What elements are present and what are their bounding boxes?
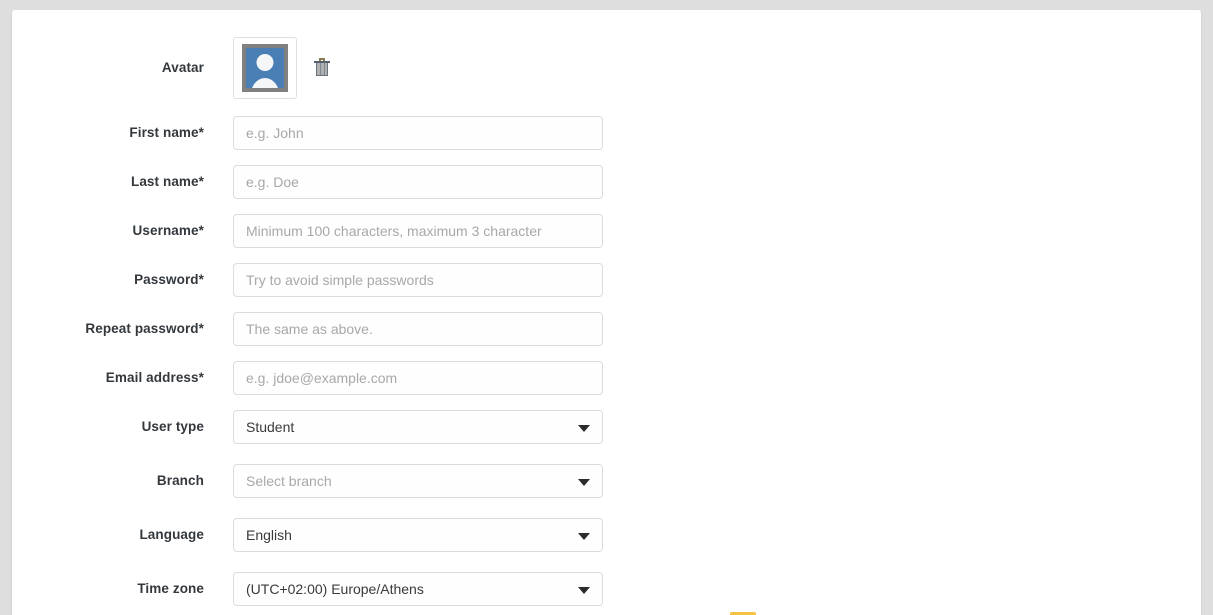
user-type-select[interactable]: Student <box>233 410 603 444</box>
avatar-thumbnail[interactable] <box>233 37 297 99</box>
form-row-repeat-password: Repeat password* <box>12 312 1201 346</box>
time-zone-value: (UTC+02:00) Europe/Athens <box>233 572 603 606</box>
form-row-email: Email address* <box>12 361 1201 395</box>
last-name-input[interactable] <box>233 165 603 199</box>
user-type-value: Student <box>233 410 603 444</box>
first-name-input[interactable] <box>233 116 603 150</box>
form-row-last-name: Last name* <box>12 165 1201 199</box>
avatar-frame <box>242 44 288 92</box>
avatar-head-shape <box>256 54 274 71</box>
time-zone-control: (UTC+02:00) Europe/Athens <box>233 572 603 606</box>
trash-body-part <box>316 63 328 76</box>
email-control <box>233 361 603 395</box>
page-root: Avatar First name* e.g. John Last name* … <box>0 0 1213 615</box>
branch-label: Branch <box>156 473 204 488</box>
trash-icon[interactable] <box>313 57 333 79</box>
username-input[interactable] <box>233 214 603 248</box>
form-row-avatar: Avatar <box>12 37 1201 99</box>
form-row-user-type: User type Student <box>12 410 1201 444</box>
form-row-username: Username* <box>12 214 1201 248</box>
form-row-time-zone: Time zone (UTC+02:00) Europe/Athens <box>12 572 1201 606</box>
time-zone-label: Time zone <box>137 581 204 596</box>
user-type-label: User type <box>141 419 204 434</box>
password-input[interactable] <box>233 263 603 297</box>
first-name-label: First name* <box>129 125 204 140</box>
language-select[interactable]: English <box>233 518 603 552</box>
last-name-label: Last name* <box>130 174 204 189</box>
time-zone-select[interactable]: (UTC+02:00) Europe/Athens <box>233 572 603 606</box>
avatar-control <box>233 37 333 99</box>
user-form-panel: Avatar First name* e.g. John Last name* … <box>12 10 1201 615</box>
repeat-password-input[interactable] <box>233 312 603 346</box>
email-input[interactable] <box>233 361 603 395</box>
username-control <box>233 214 603 248</box>
form-row-language: Language English <box>12 518 1201 552</box>
form-row-password: Password* <box>12 263 1201 297</box>
first-name-control <box>233 116 603 150</box>
branch-value: Select branch <box>233 464 603 498</box>
language-label: Language <box>139 527 204 542</box>
repeat-password-control <box>233 312 603 346</box>
user-type-control: Student <box>233 410 603 444</box>
last-name-control <box>233 165 603 199</box>
branch-control: Select branch <box>233 464 603 498</box>
username-label: Username* <box>132 223 204 238</box>
avatar-label: Avatar <box>161 60 204 75</box>
avatar-body-shape <box>250 78 280 88</box>
avatar-photo-icon <box>246 48 284 88</box>
language-value: English <box>233 518 603 552</box>
password-label: Password* <box>134 272 204 287</box>
password-control <box>233 263 603 297</box>
email-label: Email address* <box>105 370 204 385</box>
repeat-password-label: Repeat password* <box>85 321 204 336</box>
form-row-branch: Branch Select branch <box>12 464 1201 498</box>
branch-select[interactable]: Select branch <box>233 464 603 498</box>
language-control: English <box>233 518 603 552</box>
form-row-first-name: First name* <box>12 116 1201 150</box>
